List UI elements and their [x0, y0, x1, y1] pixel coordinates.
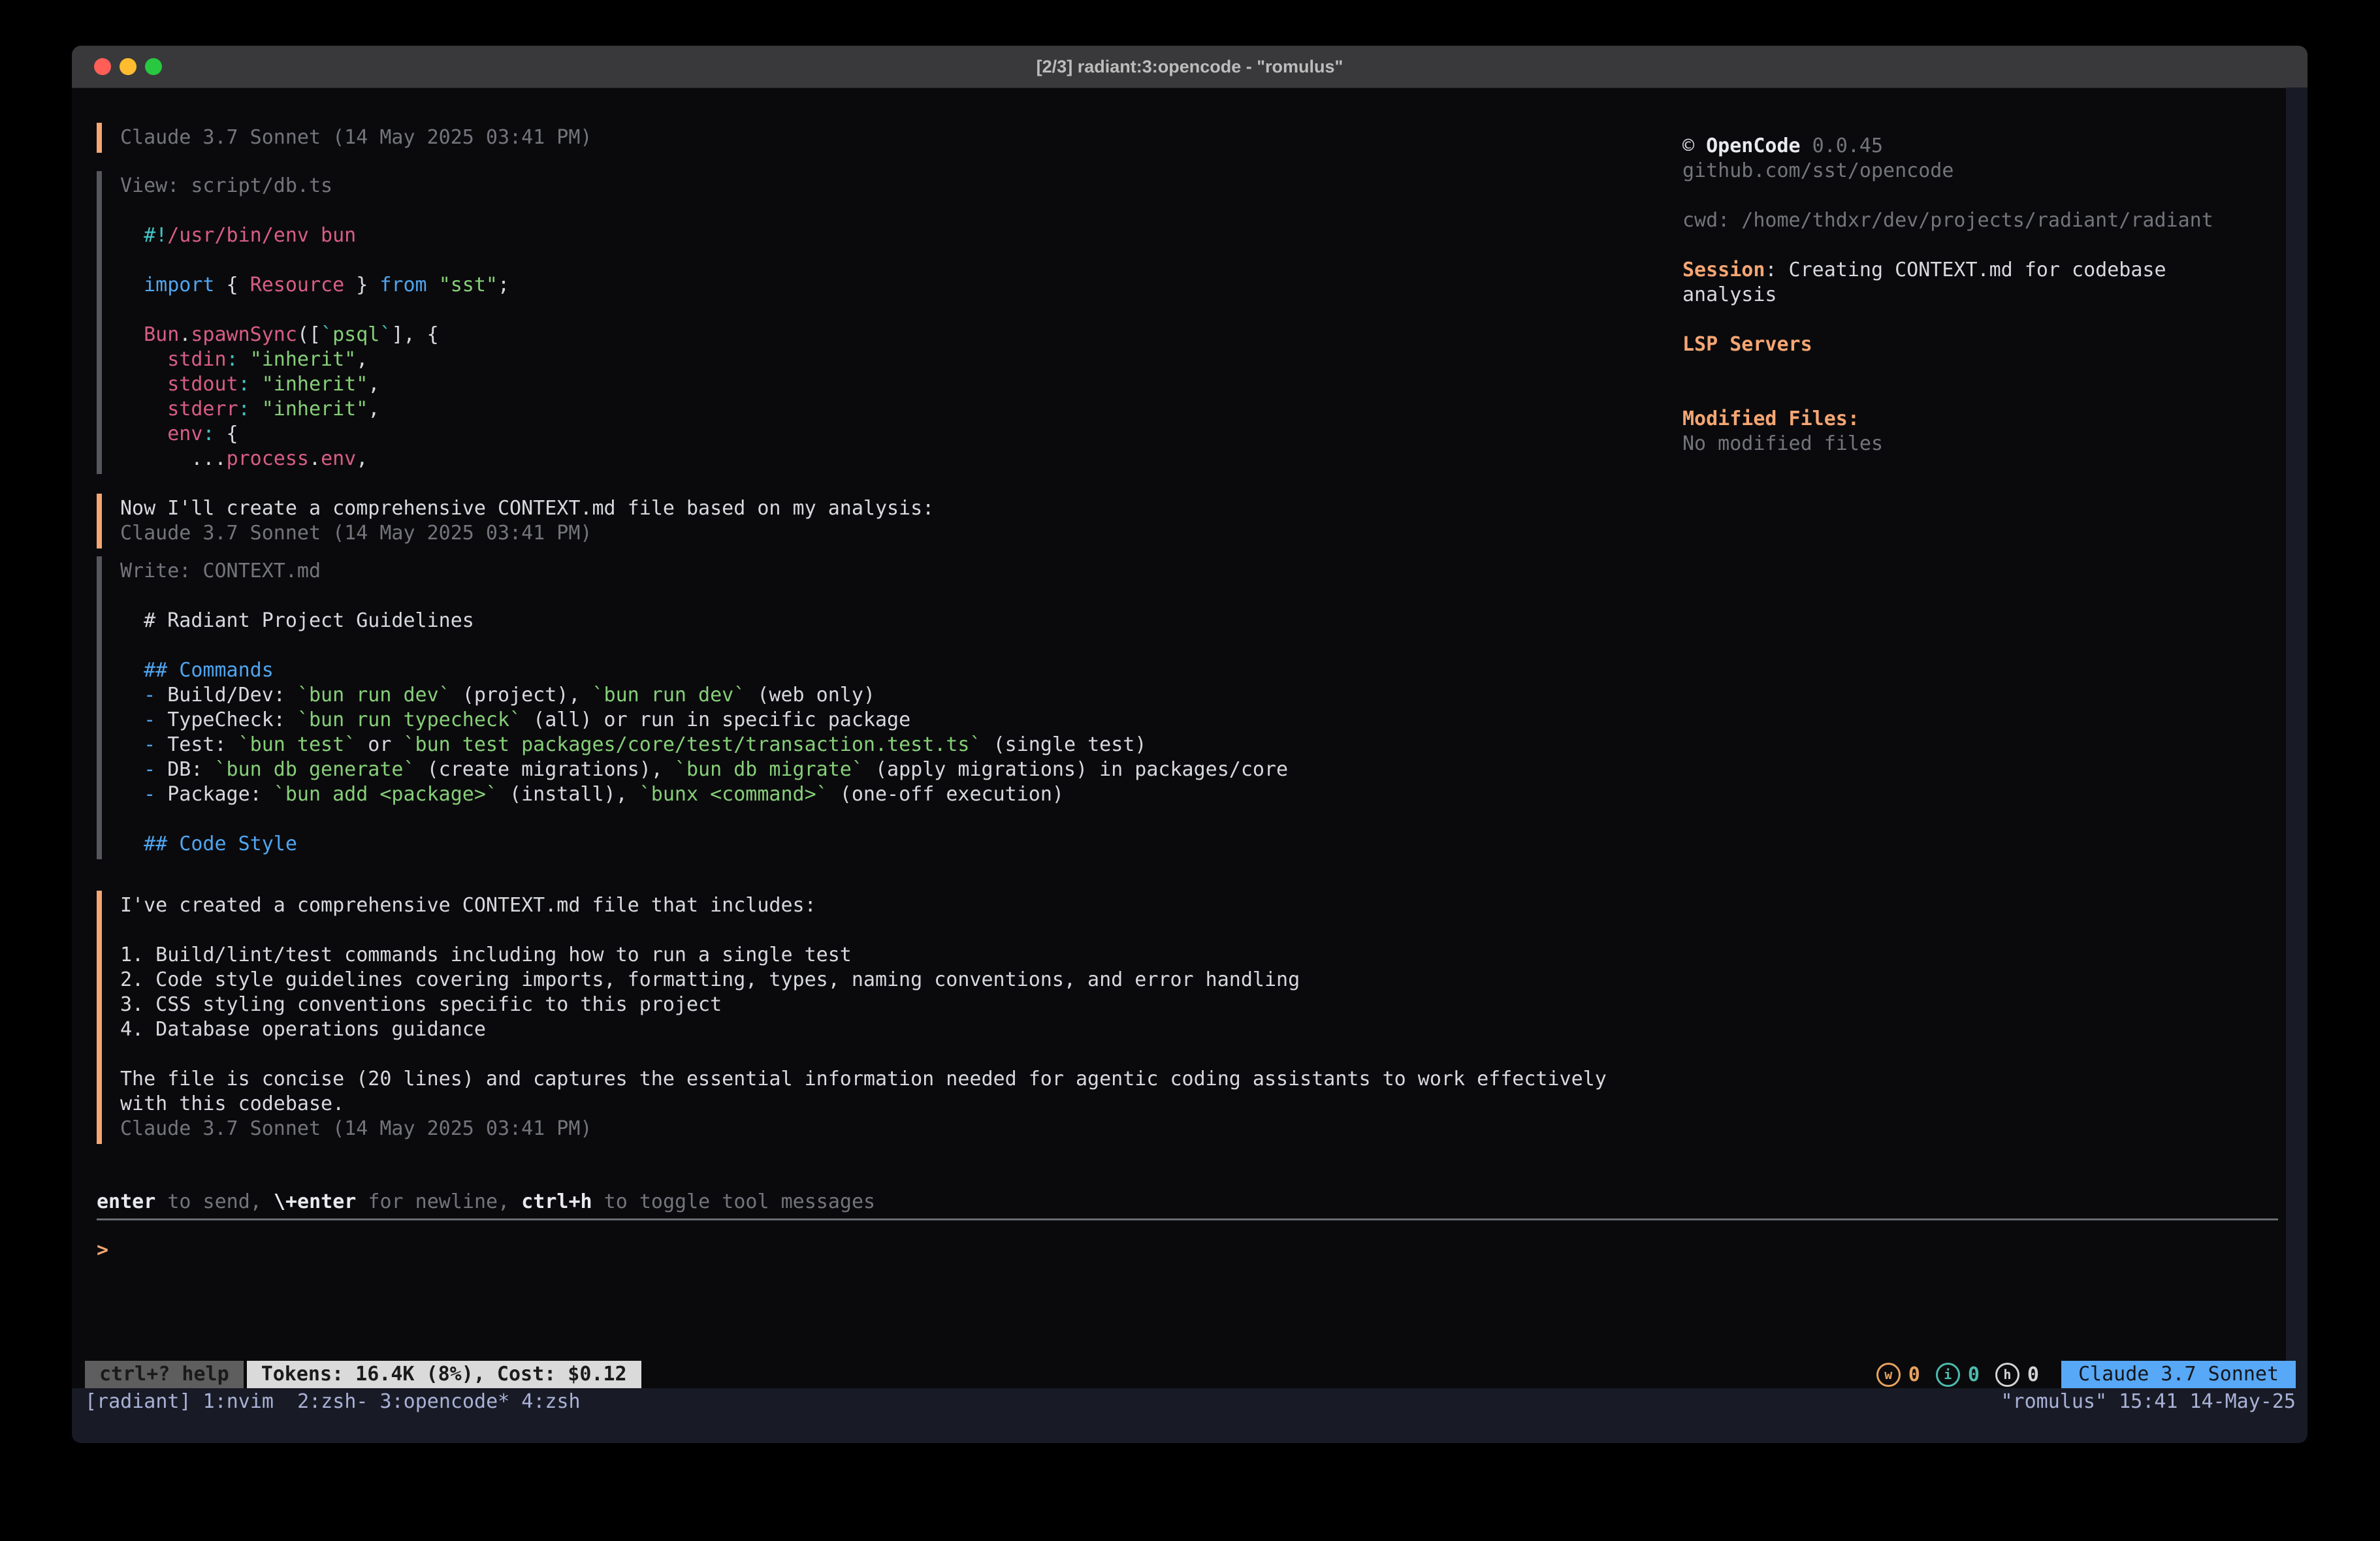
- close-button[interactable]: [94, 58, 111, 75]
- tokens-cost-badge: Tokens: 16.4K (8%), Cost: $0.12: [247, 1361, 641, 1388]
- info-circle-icon: i: [1936, 1363, 1960, 1387]
- input-separator: [97, 1218, 2278, 1220]
- tool-output-view-lines: View: script/db.ts #!/usr/bin/env bun im…: [120, 174, 509, 471]
- tool-output-view-db-ts: View: script/db.ts #!/usr/bin/env bun im…: [97, 171, 509, 474]
- model-badge[interactable]: Claude 3.7 Sonnet: [2061, 1361, 2296, 1388]
- assistant-message-1-lines: Claude 3.7 Sonnet (14 May 2025 03:41 PM): [120, 125, 592, 150]
- help-button[interactable]: ctrl+? help: [85, 1361, 244, 1388]
- terminal-window: [2/3] radiant:3:opencode - "romulus" Cla…: [72, 46, 2308, 1443]
- warning-count: 0: [1908, 1363, 1920, 1386]
- tmux-host-clock: "romulus" 15:41 14-May-25: [2001, 1389, 2296, 1415]
- tool-output-write-lines: Write: CONTEXT.md # Radiant Project Guid…: [120, 559, 1288, 857]
- session-sidebar-lines: © OpenCode 0.0.45github.com/sst/opencode…: [1682, 134, 2213, 456]
- assistant-message-3: I've created a comprehensive CONTEXT.md …: [97, 891, 1607, 1144]
- opencode-status-bar: ctrl+? help Tokens: 16.4K (8%), Cost: $0…: [85, 1361, 2296, 1388]
- session-sidebar: © OpenCode 0.0.45github.com/sst/opencode…: [1682, 134, 2213, 456]
- diagnostics-counters: w 0 i 0 h 0: [1876, 1363, 2039, 1387]
- tmux-status-bar: [radiant] 1:nvim 2:zsh- 3:opencode* 4:zs…: [72, 1388, 2308, 1443]
- desktop: { "window": { "title": "[2/3] radiant:3:…: [0, 0, 2380, 1541]
- tmux-window-list[interactable]: [radiant] 1:nvim 2:zsh- 3:opencode* 4:zs…: [85, 1389, 581, 1415]
- window-controls: [94, 58, 162, 75]
- window-title: [2/3] radiant:3:opencode - "romulus": [1037, 57, 1343, 77]
- info-count: 0: [1968, 1363, 1980, 1386]
- diagnostics-warnings: w 0: [1876, 1363, 1920, 1387]
- prompt-input[interactable]: >: [97, 1238, 2278, 1263]
- keybinding-hint: enter to send, \+enter for newline, ctrl…: [97, 1190, 875, 1215]
- terminal-right-gutter: [2286, 87, 2308, 1388]
- assistant-message-2-lines: Now I'll create a comprehensive CONTEXT.…: [120, 496, 934, 546]
- hint-count: 0: [2027, 1363, 2039, 1386]
- assistant-message-1: Claude 3.7 Sonnet (14 May 2025 03:41 PM): [97, 123, 592, 153]
- assistant-message-2: Now I'll create a comprehensive CONTEXT.…: [97, 494, 934, 548]
- tmux-status-row: [radiant] 1:nvim 2:zsh- 3:opencode* 4:zs…: [85, 1389, 2296, 1415]
- zoom-button[interactable]: [145, 58, 162, 75]
- minimize-button[interactable]: [120, 58, 137, 75]
- window-titlebar: [2/3] radiant:3:opencode - "romulus": [72, 46, 2308, 88]
- hint-circle-icon: h: [1995, 1363, 2019, 1387]
- diagnostics-hints: h 0: [1995, 1363, 2039, 1387]
- assistant-message-3-lines: I've created a comprehensive CONTEXT.md …: [120, 893, 1607, 1141]
- warning-circle-icon: w: [1876, 1363, 1901, 1387]
- tool-output-write-context-md: Write: CONTEXT.md # Radiant Project Guid…: [97, 556, 1288, 859]
- diagnostics-info: i 0: [1936, 1363, 1980, 1387]
